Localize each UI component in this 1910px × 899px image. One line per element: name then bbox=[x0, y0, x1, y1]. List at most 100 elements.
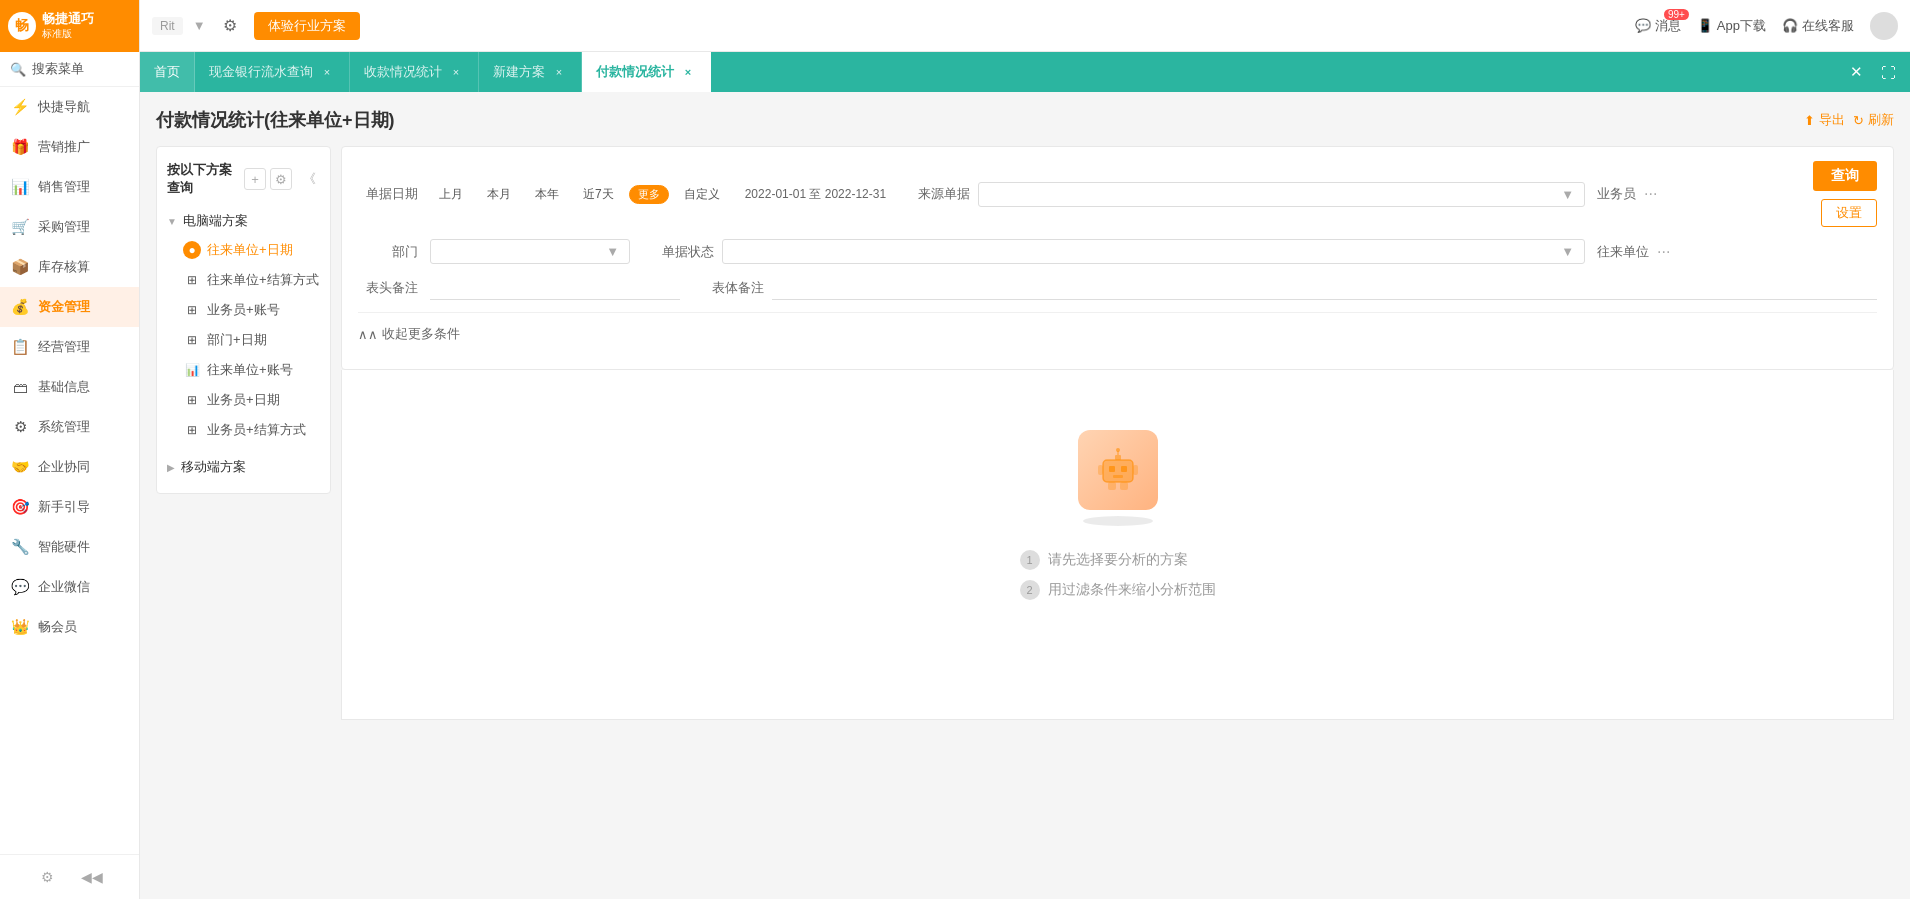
export-icon: ⬆ bbox=[1804, 113, 1815, 128]
scheme-collapse-btn[interactable]: 《 bbox=[298, 168, 320, 190]
close-collection-stats-tab[interactable]: × bbox=[448, 64, 464, 80]
date-btn-more[interactable]: 更多 bbox=[629, 185, 669, 204]
scheme-group-mobile-header[interactable]: ▶ 移动端方案 bbox=[157, 453, 330, 481]
tabbar: 首页 现金银行流水查询 × 收款情况统计 × 新建方案 × 付款情况统计 × ✕… bbox=[140, 52, 1910, 92]
logo-icon: 畅 bbox=[8, 12, 36, 40]
app-icon: 📱 bbox=[1697, 18, 1713, 33]
close-new-scheme-tab[interactable]: × bbox=[551, 64, 567, 80]
filter-row-2: 部门 ▼ 单据状态 ▼ 往来单 bbox=[358, 239, 1877, 264]
refresh-btn[interactable]: ↻ 刷新 bbox=[1853, 111, 1894, 129]
page-header: 付款情况统计(往来单位+日期) ⬆ 导出 ↻ 刷新 bbox=[156, 108, 1894, 132]
scheme-item-dept-date[interactable]: ⊞ 部门+日期 bbox=[157, 325, 330, 355]
refresh-icon: ↻ bbox=[1853, 113, 1864, 128]
dept-select[interactable]: ▼ bbox=[430, 239, 630, 264]
sidebar-item-sales[interactable]: 📊 销售管理 bbox=[0, 167, 139, 207]
source-select[interactable]: ▼ bbox=[978, 182, 1585, 207]
sales-icon: 📊 bbox=[10, 177, 30, 197]
collapse-conditions-btn[interactable]: ∧∧ 收起更多条件 bbox=[358, 325, 1877, 343]
salesperson-label: 业务员 bbox=[1597, 185, 1636, 203]
topbar-gear-btn[interactable]: ⚙ bbox=[216, 12, 244, 40]
sidebar-item-operation[interactable]: 📋 经营管理 bbox=[0, 327, 139, 367]
main-content: Rit ▼ ⚙ 体验行业方案 💬 消息 99+ 📱 App下载 🎧 在线客服 首… bbox=[140, 0, 1910, 899]
export-btn[interactable]: ⬆ 导出 bbox=[1804, 111, 1845, 129]
search-menu[interactable]: 🔍 搜索菜单 bbox=[0, 52, 139, 87]
sidebar-item-weixin[interactable]: 💬 企业微信 bbox=[0, 567, 139, 607]
scheme-item-icon: ⊞ bbox=[183, 301, 201, 319]
scheme-item-partner-settle[interactable]: ⊞ 往来单位+结算方式 bbox=[157, 265, 330, 295]
scheme-group-mobile: ▶ 移动端方案 bbox=[157, 449, 330, 485]
sidebar-item-member[interactable]: 👑 畅会员 bbox=[0, 607, 139, 647]
date-btn-custom[interactable]: 自定义 bbox=[675, 183, 729, 206]
salesperson-select[interactable]: ··· bbox=[1644, 185, 1657, 203]
maximize-btn[interactable]: ⛶ bbox=[1874, 58, 1902, 86]
close-payment-stats-tab[interactable]: × bbox=[680, 64, 696, 80]
bottom-settings-btn[interactable]: ⚙ bbox=[30, 863, 66, 891]
partner-select[interactable]: ··· bbox=[1657, 243, 1670, 261]
chevron-up-icon: ∧∧ bbox=[358, 327, 378, 342]
sidebar-item-quick-nav[interactable]: ⚡ 快捷导航 bbox=[0, 87, 139, 127]
add-scheme-btn[interactable]: + bbox=[244, 168, 266, 190]
basic-icon: 🗃 bbox=[10, 377, 30, 397]
doc-status-select[interactable]: ▼ bbox=[722, 239, 1585, 264]
sidebar-item-marketing[interactable]: 🎁 营销推广 bbox=[0, 127, 139, 167]
online-service-btn[interactable]: 🎧 在线客服 bbox=[1782, 17, 1854, 35]
scheme-item-staff-settle[interactable]: ⊞ 业务员+结算方式 bbox=[157, 415, 330, 445]
sidebar-item-basic[interactable]: 🗃 基础信息 bbox=[0, 367, 139, 407]
sidebar-item-system[interactable]: ⚙ 系统管理 bbox=[0, 407, 139, 447]
svg-rect-0 bbox=[1103, 460, 1133, 482]
member-icon: 👑 bbox=[10, 617, 30, 637]
tab-new-scheme[interactable]: 新建方案 × bbox=[479, 52, 582, 92]
scheme-item-icon: ⊞ bbox=[183, 331, 201, 349]
message-icon: 💬 bbox=[1635, 18, 1651, 33]
sidebar-item-guide[interactable]: 🎯 新手引导 bbox=[0, 487, 139, 527]
tab-cash-flow[interactable]: 现金银行流水查询 × bbox=[195, 52, 350, 92]
sidebar-item-purchase[interactable]: 🛒 采购管理 bbox=[0, 207, 139, 247]
date-btn-this-year[interactable]: 本年 bbox=[526, 183, 568, 206]
scheme-item-staff-date[interactable]: ⊞ 业务员+日期 bbox=[157, 385, 330, 415]
app-download-btn[interactable]: 📱 App下载 bbox=[1697, 17, 1766, 35]
bottom-collapse-btn[interactable]: ◀◀ bbox=[74, 863, 110, 891]
filter-settings-btn[interactable]: 设置 bbox=[1821, 199, 1877, 227]
body-note-label: 表体备注 bbox=[712, 279, 764, 297]
doc-status-arrow-icon: ▼ bbox=[1561, 244, 1574, 259]
filter-row-1: 单据日期 上月 本月 本年 近7天 更多 自定义 2022-01-01 至 20… bbox=[358, 161, 1877, 227]
close-all-tabs-btn[interactable]: ✕ bbox=[1842, 58, 1870, 86]
query-btn[interactable]: 查询 bbox=[1813, 161, 1877, 191]
sidebar-item-inventory[interactable]: 📦 库存核算 bbox=[0, 247, 139, 287]
message-btn[interactable]: 💬 消息 99+ bbox=[1635, 17, 1681, 35]
trial-btn[interactable]: 体验行业方案 bbox=[254, 12, 360, 40]
results-area: 1 请先选择要分析的方案 2 用过滤条件来缩小分析范围 bbox=[341, 370, 1894, 720]
user-avatar[interactable] bbox=[1870, 12, 1898, 40]
scheme-active-icon: ● bbox=[183, 241, 201, 259]
scheme-item-partner-date[interactable]: ● 往来单位+日期 bbox=[157, 235, 330, 265]
quick-nav-icon: ⚡ bbox=[10, 97, 30, 117]
svg-point-6 bbox=[1116, 448, 1120, 452]
tab-collection-stats[interactable]: 收款情况统计 × bbox=[350, 52, 479, 92]
scheme-item-staff-account[interactable]: ⊞ 业务员+账号 bbox=[157, 295, 330, 325]
topbar-account: Rit bbox=[152, 17, 183, 35]
sidebar-item-enterprise[interactable]: 🤝 企业协同 bbox=[0, 447, 139, 487]
tab-payment-stats[interactable]: 付款情况统计 × bbox=[582, 52, 711, 92]
sidebar-item-finance[interactable]: 💰 资金管理 bbox=[0, 287, 139, 327]
date-btn-last-month[interactable]: 上月 bbox=[430, 183, 472, 206]
collapse-bar: ∧∧ 收起更多条件 bbox=[358, 312, 1877, 355]
close-cash-flow-tab[interactable]: × bbox=[319, 64, 335, 80]
scheme-group-desktop-header[interactable]: ▼ 电脑端方案 bbox=[157, 207, 330, 235]
inventory-icon: 📦 bbox=[10, 257, 30, 277]
scheme-item-partner-account[interactable]: 📊 往来单位+账号 bbox=[157, 355, 330, 385]
topbar: Rit ▼ ⚙ 体验行业方案 💬 消息 99+ 📱 App下载 🎧 在线客服 bbox=[140, 0, 1910, 52]
tab-home[interactable]: 首页 bbox=[140, 52, 195, 92]
svg-rect-10 bbox=[1120, 482, 1128, 490]
svg-rect-4 bbox=[1115, 455, 1121, 460]
date-btn-7days[interactable]: 近7天 bbox=[574, 183, 623, 206]
doc-status-label: 单据状态 bbox=[662, 243, 714, 261]
sidebar-item-hardware[interactable]: 🔧 智能硬件 bbox=[0, 527, 139, 567]
date-btn-this-month[interactable]: 本月 bbox=[478, 183, 520, 206]
header-note-input[interactable] bbox=[430, 276, 680, 300]
source-label: 来源单据 bbox=[918, 185, 970, 203]
body-note-input[interactable] bbox=[772, 276, 1877, 300]
desktop-group-arrow-icon: ▼ bbox=[167, 216, 177, 227]
mobile-group-arrow-icon: ▶ bbox=[167, 462, 175, 473]
header-note-label: 表头备注 bbox=[358, 279, 418, 297]
scheme-settings-btn[interactable]: ⚙ bbox=[270, 168, 292, 190]
